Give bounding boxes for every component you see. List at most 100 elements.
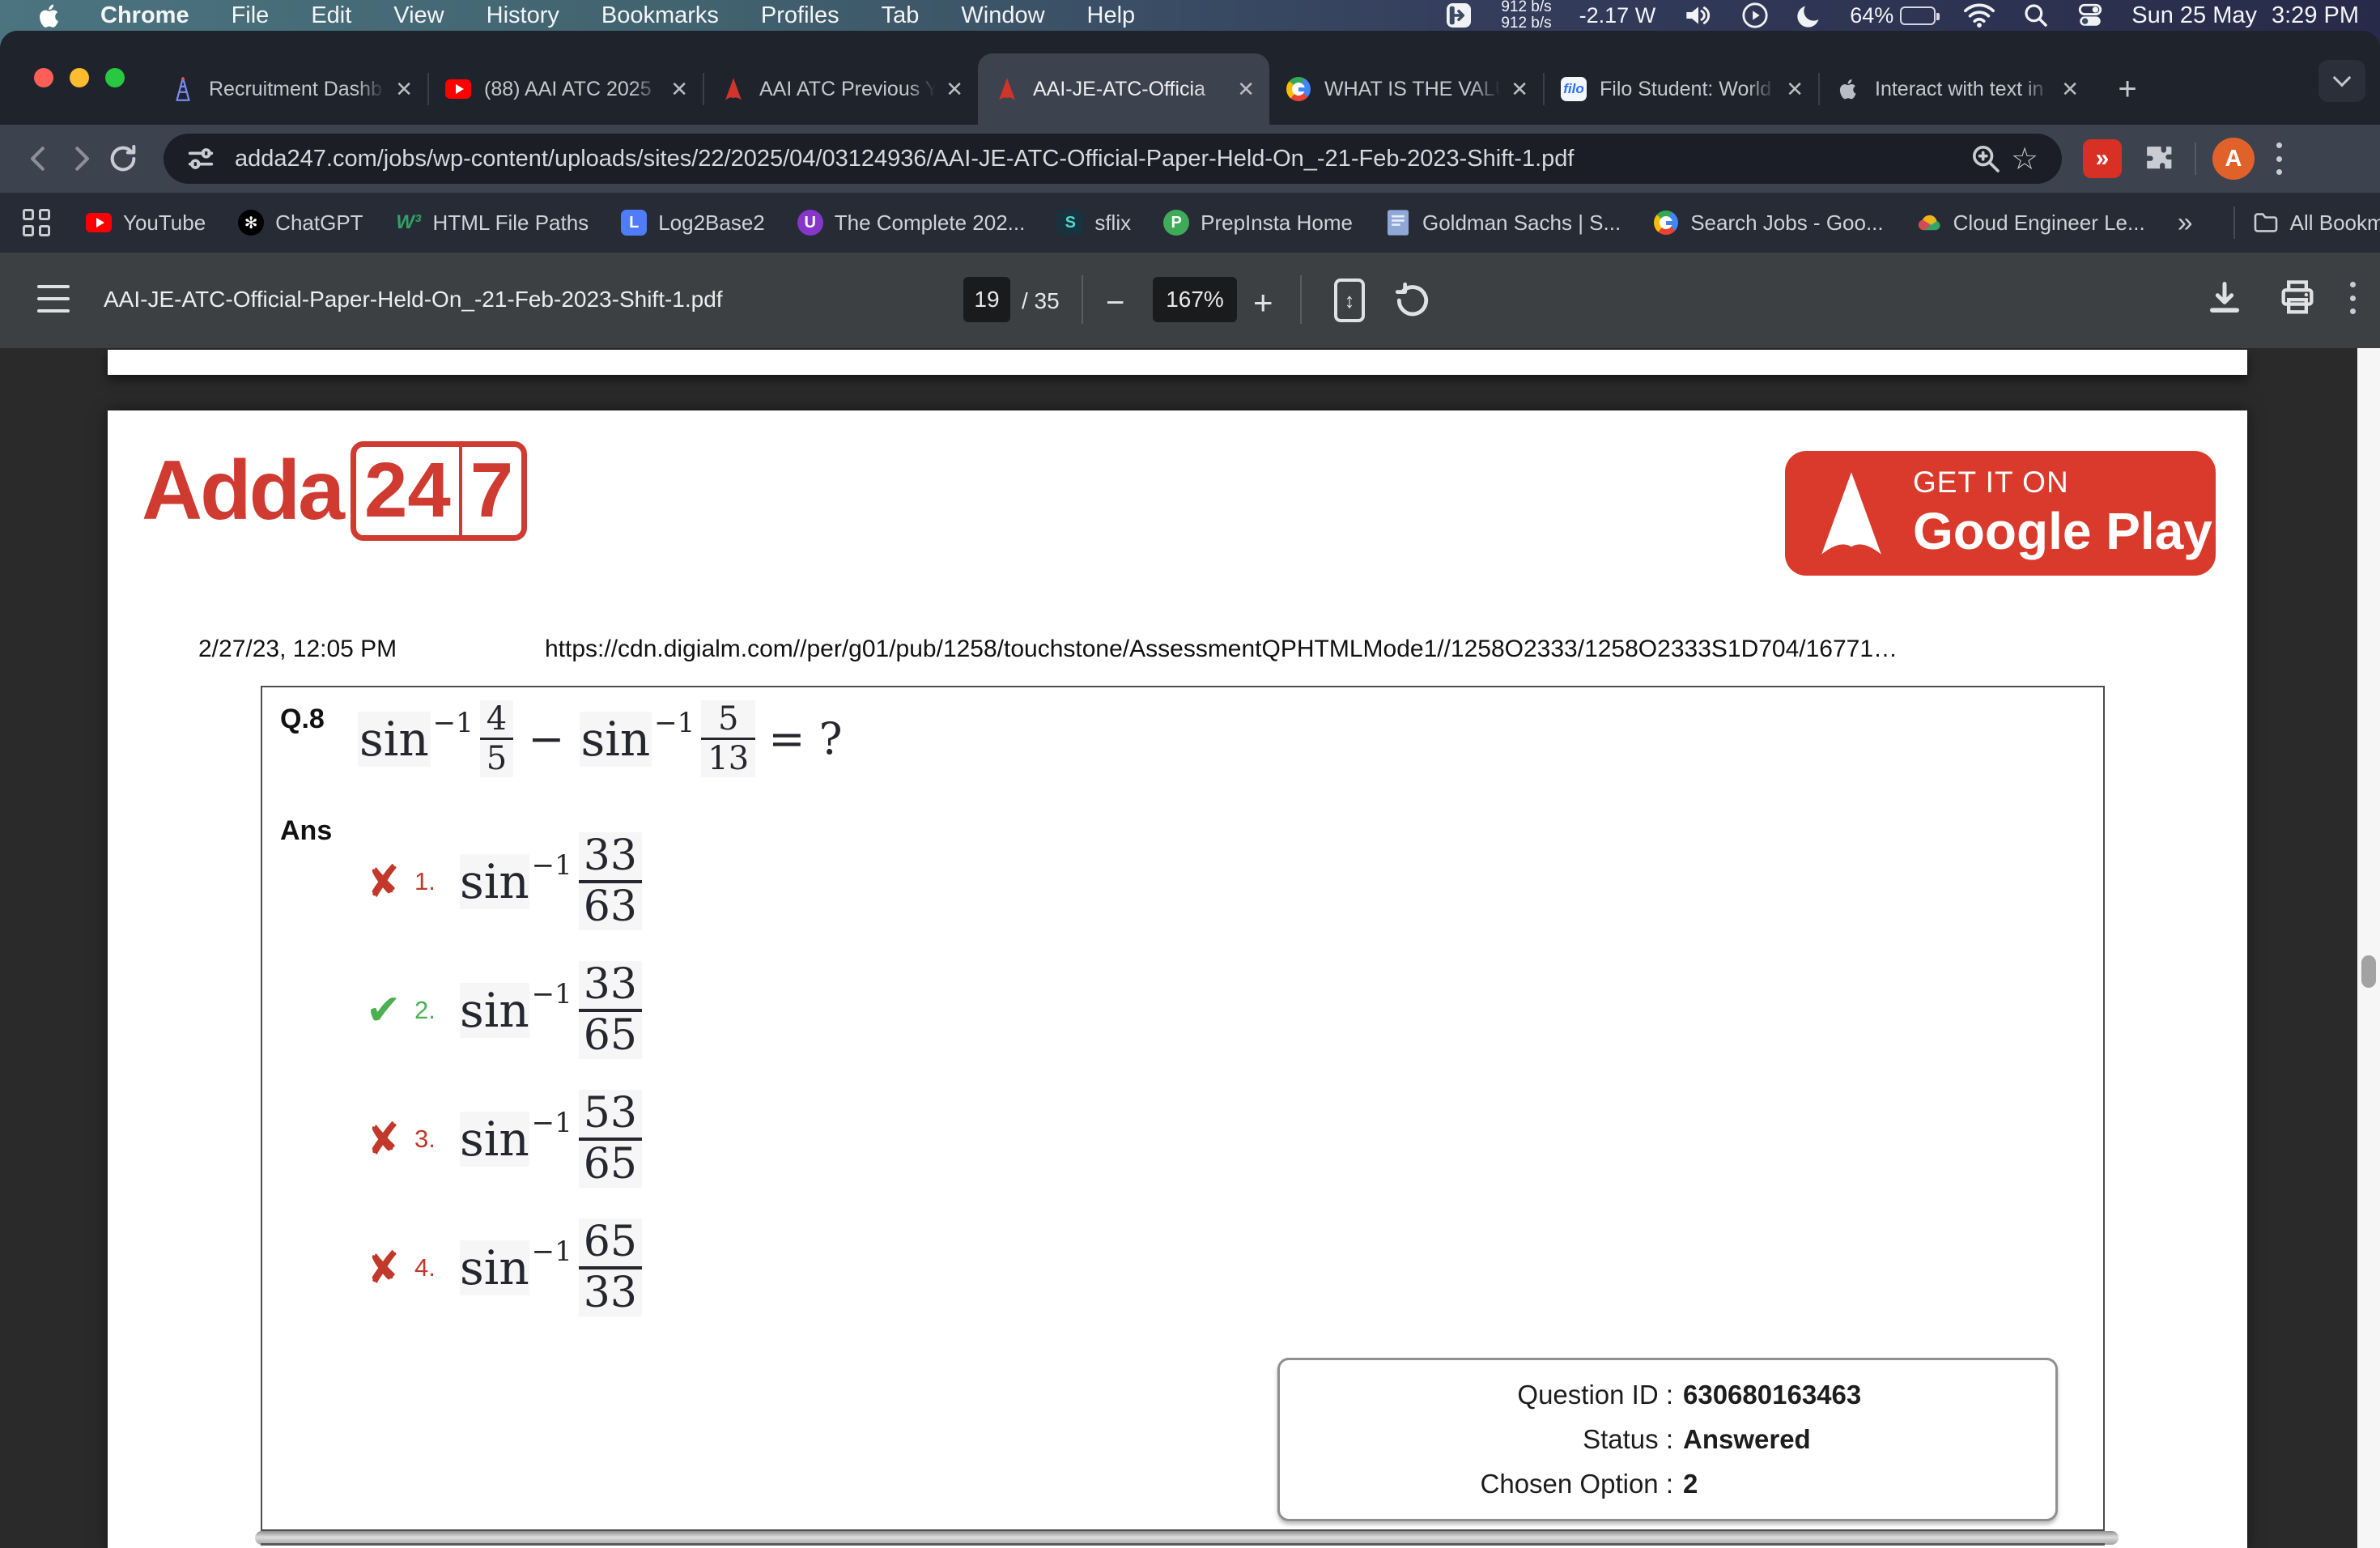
video-speed-extension-icon[interactable]: » bbox=[2083, 139, 2122, 178]
menu-chrome[interactable]: Chrome bbox=[100, 2, 189, 29]
sin-label: sin bbox=[460, 1240, 529, 1295]
media-play-icon[interactable] bbox=[1741, 2, 1769, 29]
pdf-zoom-out-button[interactable]: − bbox=[1106, 285, 1124, 321]
google-play-badge[interactable]: GET IT ON Google Play bbox=[1785, 451, 2216, 576]
focus-moon-icon[interactable] bbox=[1796, 2, 1822, 28]
goldman-sachs-icon bbox=[1385, 210, 1411, 236]
zoom-in-page-icon[interactable] bbox=[1966, 139, 2005, 178]
tab-close-icon[interactable]: ✕ bbox=[670, 77, 688, 102]
pdf-previous-page-edge bbox=[108, 350, 2247, 375]
menu-help[interactable]: Help bbox=[1087, 2, 1136, 29]
tab-search-button[interactable] bbox=[2318, 60, 2365, 102]
tab-interact-with-text[interactable]: Interact with text in ✕ bbox=[1820, 53, 2093, 125]
minimize-window-button[interactable] bbox=[70, 68, 89, 87]
pdf-toolbar-separator bbox=[1082, 275, 1083, 324]
pdf-rotate-button[interactable] bbox=[1392, 280, 1433, 321]
menu-window[interactable]: Window bbox=[961, 2, 1044, 29]
tab-google-search[interactable]: WHAT IS THE VALU ✕ bbox=[1269, 53, 1543, 125]
pdf-scrollbar-track[interactable] bbox=[2357, 348, 2380, 1548]
tab-close-icon[interactable]: ✕ bbox=[1237, 77, 1255, 102]
apple-menu-icon[interactable] bbox=[39, 2, 63, 29]
bookmark-label: YouTube bbox=[123, 210, 206, 235]
battery-status[interactable]: 64% bbox=[1850, 3, 1940, 28]
log2base2-icon: L bbox=[621, 210, 648, 236]
apple-favicon bbox=[1836, 76, 1862, 102]
bookmark-html-file-paths[interactable]: W³ HTML File Paths bbox=[396, 210, 589, 236]
wifi-icon[interactable] bbox=[1963, 2, 1995, 28]
bookmark-prepinsta[interactable]: P PrepInsta Home bbox=[1163, 210, 1353, 236]
control-center-icon[interactable] bbox=[2076, 2, 2104, 29]
spotlight-search-icon[interactable] bbox=[2023, 2, 2049, 28]
toolbar-separator bbox=[2195, 142, 2196, 175]
print-source-url: https://cdn.digialm.com//per/g01/pub/125… bbox=[545, 636, 1898, 662]
omnibox-url-field[interactable]: adda247.com/jobs/wp-content/uploads/site… bbox=[164, 134, 2062, 184]
extensions-puzzle-icon[interactable] bbox=[2140, 139, 2178, 178]
tab-close-icon[interactable]: ✕ bbox=[2061, 77, 2079, 102]
power-watts[interactable]: -2.17 W bbox=[1579, 3, 1656, 28]
bookmark-star-icon[interactable]: ☆ bbox=[2005, 139, 2044, 178]
pdf-toolbar-separator bbox=[1300, 275, 1302, 324]
menu-profiles[interactable]: Profiles bbox=[761, 2, 839, 29]
volume-icon[interactable] bbox=[1683, 2, 1714, 28]
pdf-more-options-icon[interactable] bbox=[2349, 282, 2356, 314]
menu-clock[interactable]: Sun 25 May 3:29 PM bbox=[2131, 2, 2359, 29]
tab-close-icon[interactable]: ✕ bbox=[395, 77, 413, 102]
forward-button[interactable] bbox=[60, 138, 102, 180]
reload-button[interactable] bbox=[102, 138, 144, 180]
zoom-window-button[interactable] bbox=[105, 68, 125, 87]
option-index: 3. bbox=[414, 1124, 436, 1153]
app-window-icon[interactable] bbox=[1444, 1, 1473, 30]
pdf-page-input[interactable]: 19 bbox=[963, 277, 1010, 322]
bookmark-log2base2[interactable]: L Log2Base2 bbox=[621, 210, 765, 236]
tab-title: (88) AAI ATC 2025 bbox=[484, 77, 652, 100]
all-bookmarks-button[interactable]: All Bookmarks bbox=[2253, 211, 2380, 236]
bookmark-youtube[interactable]: YouTube bbox=[86, 210, 206, 236]
new-tab-button[interactable]: + bbox=[2105, 66, 2150, 112]
tower-favicon bbox=[170, 76, 196, 102]
sin-label: sin bbox=[358, 711, 431, 767]
tab-youtube-aai-atc[interactable]: (88) AAI ATC 2025 ✕ bbox=[429, 53, 703, 125]
bookmarks-bar: YouTube ✻ ChatGPT W³ HTML File Paths L L… bbox=[0, 193, 2380, 253]
menu-view[interactable]: View bbox=[393, 2, 444, 29]
close-window-button[interactable] bbox=[34, 68, 53, 87]
tab-aai-atc-previous[interactable]: AAI ATC Previous Y ✕ bbox=[704, 53, 978, 125]
bookmark-label: sflix bbox=[1094, 210, 1132, 235]
question-container: Q.8 sin −1 4 5 − sin −1 5 13 = ? Ans ✘ 1… bbox=[261, 686, 2105, 1531]
site-settings-icon[interactable] bbox=[181, 139, 220, 178]
profile-avatar[interactable]: A bbox=[2212, 138, 2255, 180]
tab-close-icon[interactable]: ✕ bbox=[946, 77, 963, 102]
tab-close-icon[interactable]: ✕ bbox=[1511, 77, 1528, 102]
bookmark-goldman-sachs[interactable]: Goldman Sachs | S... bbox=[1385, 210, 1621, 236]
bookmark-search-jobs[interactable]: Search Jobs - Goo... bbox=[1653, 210, 1884, 236]
pdf-menu-icon[interactable] bbox=[37, 285, 70, 313]
pdf-scrollbar-thumb[interactable] bbox=[2361, 955, 2376, 988]
folder-icon bbox=[2253, 212, 2279, 233]
network-speed[interactable]: 912 b/s 912 b/s bbox=[1501, 0, 1551, 32]
bookmark-cloud-engineer[interactable]: Cloud Engineer Le... bbox=[1916, 210, 2145, 236]
chrome-menu-icon[interactable] bbox=[2276, 142, 2282, 175]
pdf-zoom-in-button[interactable]: + bbox=[1253, 283, 1273, 322]
menu-file[interactable]: File bbox=[232, 2, 270, 29]
pdf-download-button[interactable] bbox=[2204, 277, 2246, 319]
pdf-fit-page-button[interactable]: ↕ bbox=[1334, 279, 1365, 322]
pdf-zoom-level[interactable]: 167% bbox=[1153, 277, 1237, 322]
bookmark-udemy-course[interactable]: U The Complete 202... bbox=[797, 210, 1025, 236]
adda247-arrow-icon bbox=[1821, 472, 1881, 555]
menu-edit[interactable]: Edit bbox=[311, 2, 351, 29]
tab-recruitment-dashboard[interactable]: Recruitment Dashb ✕ bbox=[154, 53, 427, 125]
tab-aai-je-atc-pdf-active[interactable]: AAI-JE-ATC-Officia ✕ bbox=[978, 53, 1269, 125]
pdf-print-button[interactable] bbox=[2276, 277, 2318, 319]
bookmark-sflix[interactable]: S sflix bbox=[1057, 210, 1131, 236]
bookmark-chatgpt[interactable]: ✻ ChatGPT bbox=[238, 210, 363, 236]
menu-history[interactable]: History bbox=[487, 2, 559, 29]
bookmarks-overflow-icon[interactable]: » bbox=[2178, 207, 2193, 239]
window-controls bbox=[34, 68, 125, 87]
sflix-icon: S bbox=[1057, 210, 1084, 236]
tab-close-icon[interactable]: ✕ bbox=[1786, 77, 1804, 102]
apps-grid-icon[interactable] bbox=[23, 209, 50, 236]
menu-bookmarks[interactable]: Bookmarks bbox=[601, 2, 719, 29]
option-fraction: 53 65 bbox=[578, 1090, 642, 1188]
menu-tab[interactable]: Tab bbox=[882, 2, 920, 29]
back-button[interactable] bbox=[18, 138, 60, 180]
tab-filo-student[interactable]: filo Filo Student: World ✕ bbox=[1545, 53, 1818, 125]
